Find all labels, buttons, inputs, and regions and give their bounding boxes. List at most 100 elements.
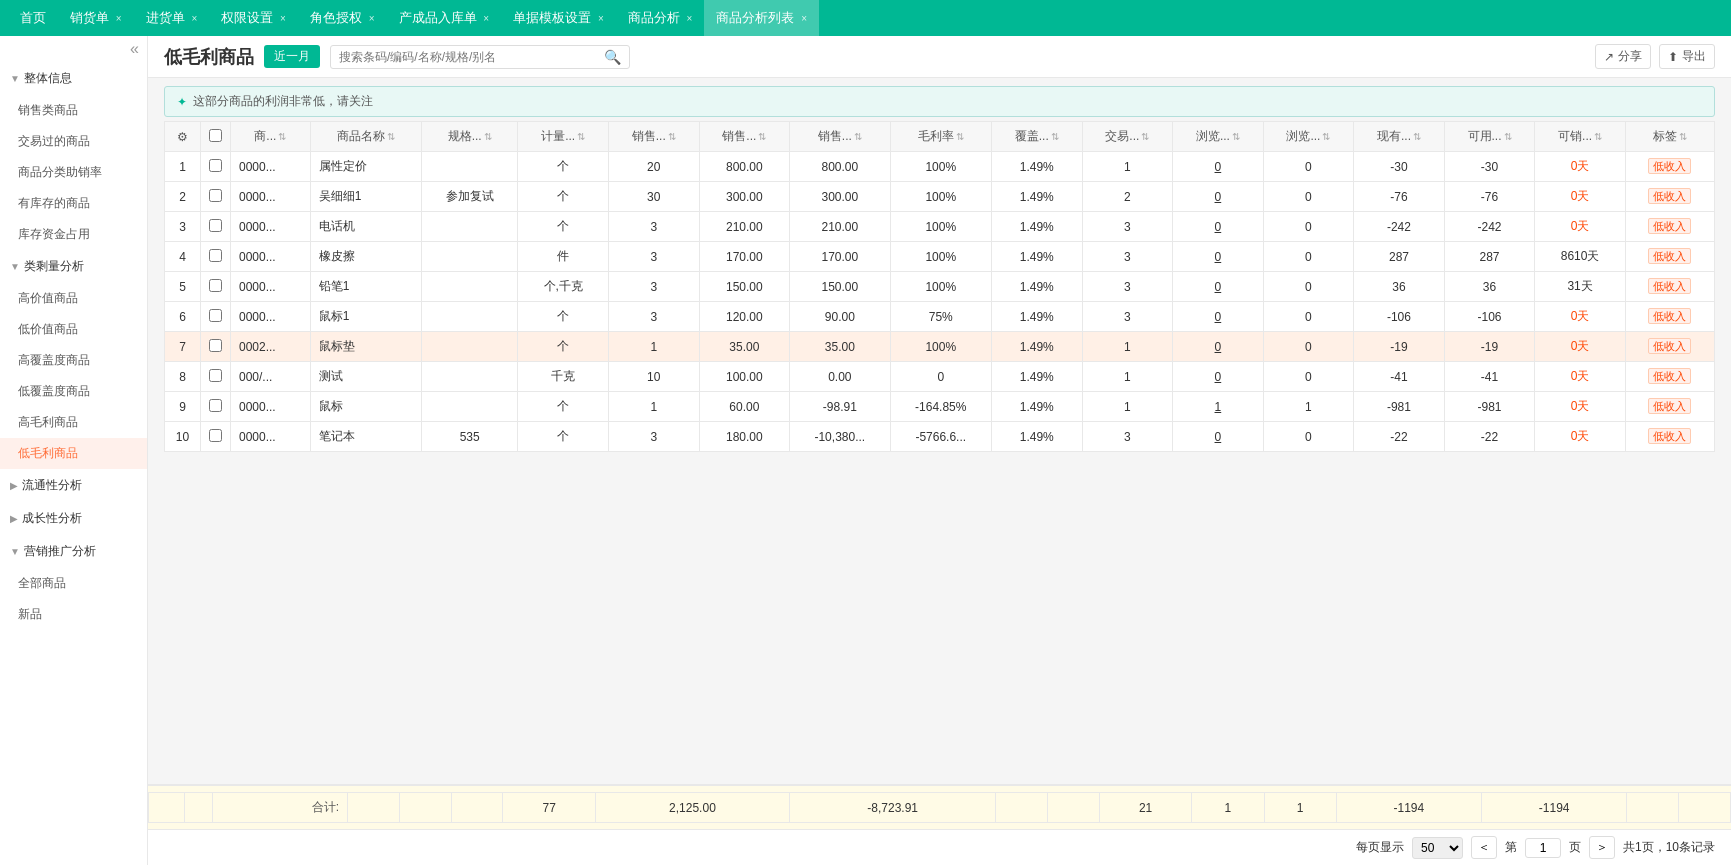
nav-product-analysis-list[interactable]: 商品分析列表 × — [704, 0, 819, 36]
row-checkbox[interactable] — [201, 362, 231, 392]
sidebar-item-low-coverage[interactable]: 低覆盖度商品 — [0, 376, 147, 407]
search-input[interactable] — [339, 50, 604, 64]
export-btn[interactable]: ⬆ 导出 — [1659, 44, 1715, 69]
col-coverage[interactable]: 覆盖...⇅ — [992, 122, 1083, 152]
sidebar-group-surplus[interactable]: ▼ 类剩量分析 — [0, 250, 147, 283]
col-gross-rate[interactable]: 毛利率⇅ — [890, 122, 991, 152]
search-box: 🔍 — [330, 45, 630, 69]
row-select-checkbox[interactable] — [209, 159, 222, 172]
col-settings[interactable]: ⚙ — [165, 122, 201, 152]
row-view1[interactable]: 0 — [1173, 242, 1264, 272]
sidebar-item-low-value[interactable]: 低价值商品 — [0, 314, 147, 345]
col-spec[interactable]: 规格...⇅ — [421, 122, 517, 152]
nav-product-analysis[interactable]: 商品分析 × — [616, 0, 705, 36]
col-name[interactable]: 商品名称⇅ — [310, 122, 421, 152]
col-view2[interactable]: 浏览...⇅ — [1263, 122, 1354, 152]
sidebar-group-marketing[interactable]: ▼ 营销推广分析 — [0, 535, 147, 568]
row-no: 3 — [165, 212, 201, 242]
sidebar-item-high-coverage[interactable]: 高覆盖度商品 — [0, 345, 147, 376]
row-checkbox[interactable] — [201, 152, 231, 182]
row-select-checkbox[interactable] — [209, 219, 222, 232]
nav-close-template[interactable]: × — [595, 13, 604, 24]
row-view1[interactable]: 0 — [1173, 272, 1264, 302]
page-number-input[interactable] — [1525, 838, 1561, 858]
row-checkbox[interactable] — [201, 182, 231, 212]
row-checkbox[interactable] — [201, 272, 231, 302]
col-sales-profit[interactable]: 销售...⇅ — [790, 122, 890, 152]
sidebar-item-traded-goods[interactable]: 交易过的商品 — [0, 126, 147, 157]
next-page-btn[interactable]: ＞ — [1589, 836, 1615, 859]
col-code[interactable]: 商...⇅ — [231, 122, 311, 152]
col-unit[interactable]: 计量...⇅ — [518, 122, 609, 152]
row-view1[interactable]: 0 — [1173, 182, 1264, 212]
row-view1[interactable]: 0 — [1173, 332, 1264, 362]
row-checkbox[interactable] — [201, 422, 231, 452]
row-checkbox[interactable] — [201, 242, 231, 272]
time-filter-btn[interactable]: 近一月 — [264, 45, 320, 68]
nav-close-analysis-list[interactable]: × — [798, 13, 807, 24]
row-select-checkbox[interactable] — [209, 279, 222, 292]
nav-close-purchase[interactable]: × — [189, 13, 198, 24]
row-view2: 0 — [1263, 422, 1354, 452]
table-row: 8 000/... 测试 千克 10 100.00 0.00 0 1.49% 1… — [165, 362, 1715, 392]
nav-close-inbound[interactable]: × — [481, 13, 490, 24]
row-select-checkbox[interactable] — [209, 249, 222, 262]
sidebar-item-capital[interactable]: 库存资金占用 — [0, 219, 147, 250]
col-tag[interactable]: 标签⇅ — [1625, 122, 1714, 152]
sidebar-group-growth[interactable]: ▶ 成长性分析 — [0, 502, 147, 535]
row-checkbox[interactable] — [201, 302, 231, 332]
row-checkbox[interactable] — [201, 212, 231, 242]
sidebar-item-high-margin[interactable]: 高毛利商品 — [0, 407, 147, 438]
sidebar-item-sales-goods[interactable]: 销售类商品 — [0, 95, 147, 126]
sidebar-item-new-goods[interactable]: 新品 — [0, 599, 147, 630]
row-view1[interactable]: 1 — [1173, 392, 1264, 422]
sidebar-group-overall[interactable]: ▼ 整体信息 — [0, 62, 147, 95]
nav-close-permissions[interactable]: × — [277, 13, 286, 24]
row-select-checkbox[interactable] — [209, 369, 222, 382]
row-checkbox[interactable] — [201, 332, 231, 362]
nav-close-role[interactable]: × — [366, 13, 375, 24]
col-trade[interactable]: 交易...⇅ — [1082, 122, 1173, 152]
col-view1[interactable]: 浏览...⇅ — [1173, 122, 1264, 152]
row-view1[interactable]: 0 — [1173, 302, 1264, 332]
share-btn[interactable]: ↗ 分享 — [1595, 44, 1651, 69]
nav-product-inbound[interactable]: 产成品入库单 × — [387, 0, 502, 36]
row-select-checkbox[interactable] — [209, 309, 222, 322]
row-view1[interactable]: 0 — [1173, 362, 1264, 392]
row-view1[interactable]: 0 — [1173, 152, 1264, 182]
sidebar-item-high-value[interactable]: 高价值商品 — [0, 283, 147, 314]
row-select-checkbox[interactable] — [209, 189, 222, 202]
nav-permissions[interactable]: 权限设置 × — [209, 0, 298, 36]
row-checkbox[interactable] — [201, 392, 231, 422]
prev-page-btn[interactable]: ＜ — [1471, 836, 1497, 859]
sidebar-item-all-goods[interactable]: 全部商品 — [0, 568, 147, 599]
nav-template-settings[interactable]: 单据模板设置 × — [501, 0, 616, 36]
sidebar-collapse-btn[interactable]: « — [0, 36, 147, 62]
search-icon[interactable]: 🔍 — [604, 49, 621, 65]
col-saleable[interactable]: 可销...⇅ — [1535, 122, 1626, 152]
nav-home[interactable]: 首页 — [8, 0, 58, 36]
nav-purchase-order[interactable]: 进货单 × — [134, 0, 210, 36]
select-all-checkbox[interactable] — [209, 129, 222, 142]
sidebar-group-circulation[interactable]: ▶ 流通性分析 — [0, 469, 147, 502]
nav-close-analysis[interactable]: × — [684, 13, 693, 24]
col-sales-price[interactable]: 销售...⇅ — [699, 122, 790, 152]
sidebar-item-category-rate[interactable]: 商品分类助销率 — [0, 157, 147, 188]
nav-role-auth[interactable]: 角色授权 × — [298, 0, 387, 36]
row-view1[interactable]: 0 — [1173, 422, 1264, 452]
nav-sales-order[interactable]: 销货单 × — [58, 0, 134, 36]
col-checkbox[interactable] — [201, 122, 231, 152]
arrow-icon: ▼ — [10, 73, 20, 84]
row-select-checkbox[interactable] — [209, 429, 222, 442]
col-current-stock[interactable]: 现有...⇅ — [1354, 122, 1445, 152]
row-unit: 千克 — [518, 362, 609, 392]
col-available[interactable]: 可用...⇅ — [1444, 122, 1535, 152]
row-select-checkbox[interactable] — [209, 399, 222, 412]
col-sales-qty[interactable]: 销售...⇅ — [608, 122, 699, 152]
per-page-select[interactable]: 50 20 100 — [1412, 837, 1463, 859]
sidebar-item-low-margin[interactable]: 低毛利商品 — [0, 438, 147, 469]
row-select-checkbox[interactable] — [209, 339, 222, 352]
row-view1[interactable]: 0 — [1173, 212, 1264, 242]
nav-close-sales[interactable]: × — [113, 13, 122, 24]
sidebar-item-in-stock[interactable]: 有库存的商品 — [0, 188, 147, 219]
